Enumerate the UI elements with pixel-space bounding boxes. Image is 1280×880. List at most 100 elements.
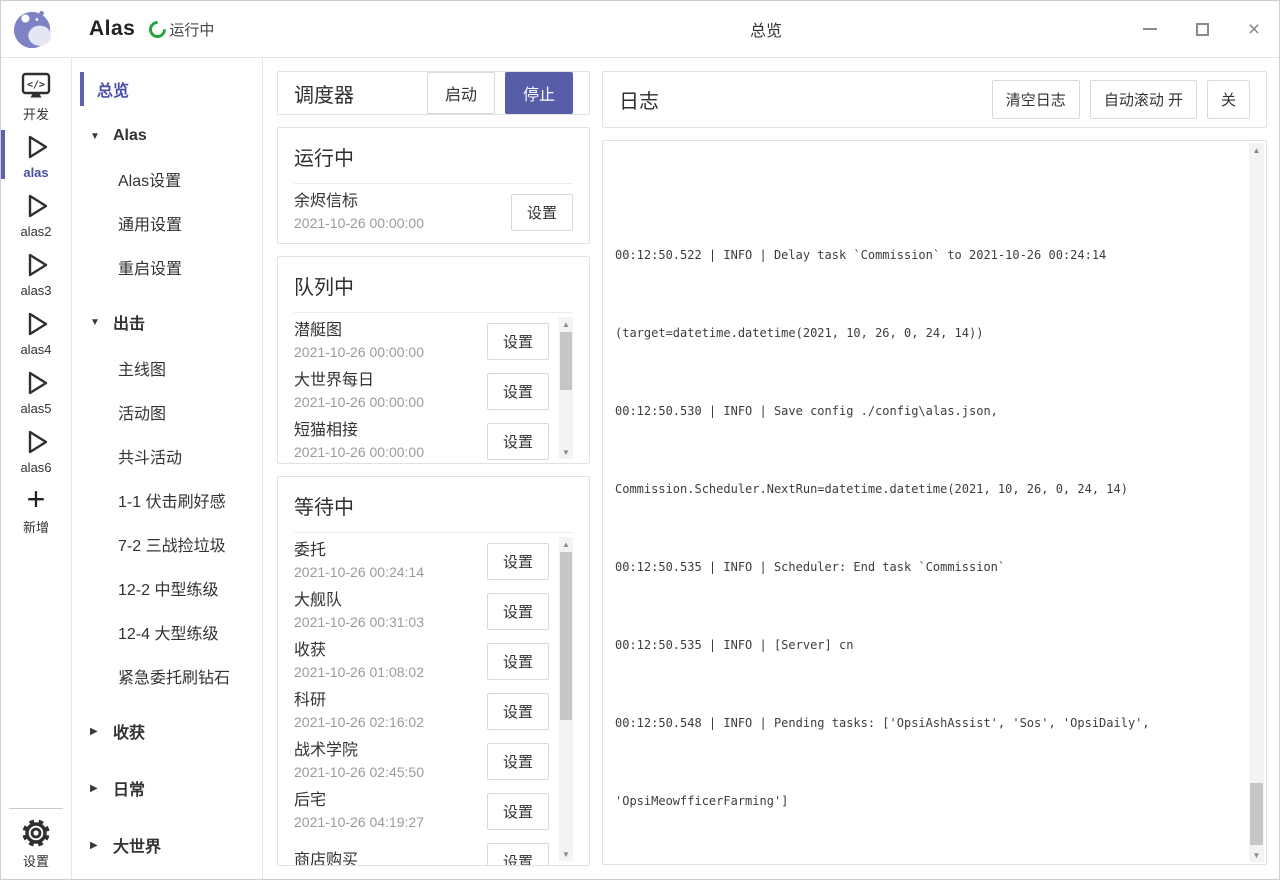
nav-sidebar: 总览 ▼ Alas Alas设置 通用设置 — [72, 58, 263, 879]
nav-group-header[interactable]: ▼ Alas — [72, 115, 262, 157]
log-line: 00:12:50.530 | INFO | Save config ./conf… — [615, 402, 1238, 422]
task-settings-button[interactable]: 设置 — [487, 423, 549, 460]
task-name: 短猫相接 — [294, 420, 424, 442]
play-icon — [21, 189, 51, 223]
expand-arrow-icon: ▼ — [90, 317, 102, 328]
nav-group: ▼ Alas Alas设置 通用设置 重启设置 — [72, 115, 262, 289]
nav-group: ▶ 日常 — [72, 764, 262, 812]
scrollbar-thumb[interactable] — [560, 552, 572, 720]
task-time: 2021-10-26 00:00:00 — [294, 213, 424, 233]
rail-item-add[interactable]: + 新增 — [1, 479, 71, 538]
scheduler-column: 调度器 启动 停止 运行中 余烬信标 — [263, 58, 597, 879]
log-viewport[interactable]: 00:12:50.522 | INFO | Delay task `Commis… — [615, 148, 1238, 857]
task-settings-button[interactable]: 设置 — [487, 373, 549, 410]
svg-text:</>: </> — [27, 79, 45, 90]
nav-item[interactable]: 紧急委托刷钻石 — [72, 654, 262, 698]
scroll-down-icon[interactable]: ▼ — [559, 847, 573, 861]
waiting-list[interactable]: 委托 2021-10-26 00:24:14 设置 大舰队 2021-10-26… — [278, 533, 589, 865]
nav-group-header[interactable]: ▶ 收获 — [72, 707, 262, 755]
nav-item[interactable]: 共斗活动 — [72, 434, 262, 478]
rail-item-instance[interactable]: alas6 — [1, 420, 71, 479]
nav-item[interactable]: 活动图 — [72, 390, 262, 434]
nav-item[interactable]: 12-4 大型练级 — [72, 610, 262, 654]
scroll-down-icon[interactable]: ▼ — [1249, 848, 1264, 862]
scrollbar-thumb[interactable] — [560, 332, 572, 390]
log-off-button[interactable]: 关 — [1207, 80, 1250, 119]
task-settings-button[interactable]: 设置 — [487, 743, 549, 780]
window-controls: × — [1137, 1, 1267, 57]
window-title: 总览 — [750, 17, 782, 41]
scrollbar[interactable]: ▲ ▼ — [1249, 143, 1264, 862]
task-time: 2021-10-26 01:08:02 — [294, 662, 424, 682]
rail-item-instance[interactable]: alas2 — [1, 184, 71, 243]
nav-item[interactable]: 重启设置 — [72, 245, 262, 289]
running-card: 运行中 余烬信标 2021-10-26 00:00:00 设置 — [277, 127, 590, 244]
log-line: Commission.Scheduler.NextRun=datetime.da… — [615, 480, 1238, 500]
clear-log-button[interactable]: 清空日志 — [992, 80, 1080, 119]
waiting-card: 等待中 委托 2021-10-26 00:24:14 设置 — [277, 476, 590, 866]
task-settings-button[interactable]: 设置 — [487, 323, 549, 360]
pending-title: 队列中 — [278, 257, 589, 312]
nav-item[interactable]: 1-1 伏击刷好感 — [72, 478, 262, 522]
scroll-up-icon[interactable]: ▲ — [1249, 143, 1264, 157]
dev-monitor-icon: </> — [20, 69, 52, 103]
rail-item-settings[interactable]: 设置 — [1, 815, 71, 871]
autoscroll-toggle-button[interactable]: 自动滚动 开 — [1090, 80, 1197, 119]
pending-list[interactable]: 潜艇图 2021-10-26 00:00:00 设置 大世界每日 2021-10… — [278, 313, 589, 463]
task-settings-button[interactable]: 设置 — [487, 643, 549, 680]
nav-group-label: 收获 — [113, 719, 145, 743]
rail-item-instance[interactable]: alas3 — [1, 243, 71, 302]
nav-item[interactable]: 主线图 — [72, 346, 262, 390]
nav-group: ▶ 工具 — [72, 878, 262, 879]
task-row: 短猫相接 2021-10-26 00:00:00 设置 — [294, 416, 549, 463]
task-row: 潜艇图 2021-10-26 00:00:00 设置 — [294, 316, 549, 366]
close-button[interactable]: × — [1241, 16, 1267, 42]
task-settings-button[interactable]: 设置 — [487, 843, 549, 866]
task-settings-button[interactable]: 设置 — [511, 194, 573, 231]
start-button[interactable]: 启动 — [427, 72, 495, 114]
nav-group-header[interactable]: ▼ 出击 — [72, 298, 262, 346]
task-settings-button[interactable]: 设置 — [487, 593, 549, 630]
task-settings-button[interactable]: 设置 — [487, 793, 549, 830]
minimize-button[interactable] — [1137, 16, 1163, 42]
nav-group-header[interactable]: ▶ 日常 — [72, 764, 262, 812]
task-settings-button[interactable]: 设置 — [487, 693, 549, 730]
play-icon — [21, 307, 51, 341]
rail-item-instance[interactable]: alas4 — [1, 302, 71, 361]
expand-arrow-icon: ▶ — [90, 840, 102, 851]
nav-group-header[interactable]: ▶ 工具 — [72, 878, 262, 879]
nav-group: ▶ 收获 — [72, 707, 262, 755]
rail-item-instance[interactable]: alas5 — [1, 361, 71, 420]
title-bar: Alas 运行中 总览 × — [1, 1, 1279, 58]
nav-item[interactable]: 12-2 中型练级 — [72, 566, 262, 610]
nav-item[interactable]: Alas设置 — [72, 157, 262, 201]
log-line: 'OpsiMeowfficerFarming'] — [615, 792, 1238, 812]
scroll-up-icon[interactable]: ▲ — [559, 537, 573, 551]
scrollbar[interactable]: ▲ ▼ — [559, 537, 573, 861]
task-name: 后宅 — [294, 790, 424, 812]
rail-item-label: alas5 — [20, 401, 51, 416]
log-column: 日志 清空日志 自动滚动 开 关 00:12:50.522 | INFO | D… — [597, 58, 1279, 879]
scroll-down-icon[interactable]: ▼ — [559, 445, 573, 459]
rail-item-instance[interactable]: alas — [1, 125, 71, 184]
scroll-up-icon[interactable]: ▲ — [559, 317, 573, 331]
task-settings-button[interactable]: 设置 — [487, 543, 549, 580]
scrollbar[interactable]: ▲ ▼ — [559, 317, 573, 459]
nav-group-header[interactable]: ▶ 大世界 — [72, 821, 262, 869]
stop-button[interactable]: 停止 — [505, 72, 573, 114]
task-time: 2021-10-26 02:45:50 — [294, 762, 424, 782]
task-row: 后宅 2021-10-26 04:19:27 设置 — [294, 786, 549, 836]
rail-item-label: alas3 — [20, 283, 51, 298]
rail-item-dev[interactable]: </> 开发 — [1, 66, 71, 125]
nav-item[interactable]: 7-2 三战捡垃圾 — [72, 522, 262, 566]
nav-item-overview[interactable]: 总览 — [80, 72, 262, 106]
scrollbar-thumb[interactable] — [1250, 783, 1263, 845]
log-line: 00:12:50.535 | INFO | Scheduler: End tas… — [615, 558, 1238, 578]
app-title: Alas — [89, 17, 135, 41]
maximize-button[interactable] — [1189, 16, 1215, 42]
rail-item-label: alas2 — [20, 224, 51, 239]
nav-item[interactable]: 通用设置 — [72, 201, 262, 245]
task-time: 2021-10-26 00:24:14 — [294, 562, 424, 582]
task-row: 商店购买 设置 — [294, 836, 549, 865]
divider — [9, 808, 63, 809]
